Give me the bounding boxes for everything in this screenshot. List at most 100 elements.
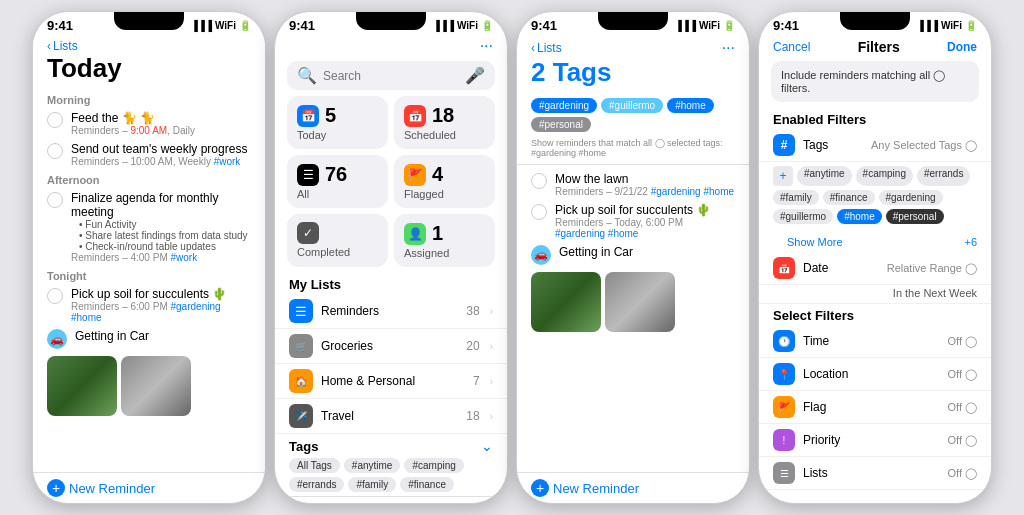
assigned-stat-icon: 👤: [404, 223, 426, 245]
list-item-home[interactable]: 🏠 Home & Personal 7 ›: [275, 364, 507, 399]
active-tag-personal[interactable]: #personal: [531, 117, 591, 132]
tag-anytime[interactable]: #anytime: [797, 166, 852, 186]
today-label: Today: [297, 129, 378, 141]
tag-errands[interactable]: #errands: [917, 166, 970, 186]
reminder-text: Feed the 🐈 🐈 Reminders – 9:00 AM, Daily: [71, 111, 251, 136]
arrow-icon: ›: [490, 411, 493, 422]
tags-chevron[interactable]: ⌄: [481, 438, 493, 454]
time-4: 9:41: [773, 18, 799, 33]
tag-camping[interactable]: #camping: [856, 166, 913, 186]
check-circle[interactable]: [531, 173, 547, 189]
cancel-button[interactable]: Cancel: [773, 40, 810, 54]
nav-label-1[interactable]: Lists: [53, 39, 78, 53]
section-morning: Morning: [33, 90, 265, 108]
reminder-title: Mow the lawn: [555, 172, 735, 186]
avatar-car: 🚗: [47, 329, 67, 349]
notch-4: [840, 12, 910, 30]
tag-home-selected[interactable]: #home: [837, 209, 882, 224]
active-tag-guillermo[interactable]: #guillermo: [601, 98, 663, 113]
list-item: 🚗 Getting in Car: [517, 242, 749, 268]
tag-pill[interactable]: All Tags: [289, 458, 340, 473]
time-3: 9:41: [531, 18, 557, 33]
stat-card-all[interactable]: ☰ 76 All: [287, 155, 388, 208]
tag-guillermo[interactable]: #guillermo: [773, 209, 833, 224]
reminder-title: Feed the 🐈 🐈: [71, 111, 251, 125]
show-more-button[interactable]: Show More: [773, 234, 857, 250]
new-reminder-button-1[interactable]: + New Reminder: [47, 479, 155, 497]
stat-card-assigned[interactable]: 👤 1 Assigned: [394, 214, 495, 267]
list-item: Mow the lawn Reminders – 9/21/22 #garden…: [517, 169, 749, 200]
date-filter-row[interactable]: 📅 Date Relative Range ◯: [759, 252, 991, 285]
wifi-icon-1: WiFi: [215, 20, 236, 31]
phone1-nav[interactable]: ‹ Lists: [47, 39, 251, 53]
battery-icon-2: 🔋: [481, 20, 493, 31]
check-circle[interactable]: [47, 288, 63, 304]
search-bar[interactable]: 🔍 🎤: [287, 61, 495, 90]
select-filters-title: Select Filters: [759, 304, 991, 325]
flag-filter-icon: 🚩: [773, 396, 795, 418]
active-tag-home[interactable]: #home: [667, 98, 714, 113]
notch-1: [114, 12, 184, 30]
tag: #home: [703, 186, 734, 197]
tag-pill[interactable]: #family: [348, 477, 396, 492]
priority-filter-left: ! Priority: [773, 429, 840, 451]
search-input[interactable]: [323, 69, 459, 83]
reminder-sub: Reminders – 10:00 AM, Weekly #work: [71, 156, 251, 167]
photo-row: [33, 352, 265, 420]
list-item-groceries[interactable]: 🛒 Groceries 20 ›: [275, 329, 507, 364]
add-tag-button[interactable]: +: [773, 166, 793, 186]
signal-icon-2: ▐▐▐: [433, 20, 454, 31]
stat-card-today[interactable]: 📅 5 Today: [287, 96, 388, 149]
home-name: Home & Personal: [321, 374, 465, 388]
tag-gardening[interactable]: #gardening: [879, 190, 943, 205]
list-item: Finalize agenda for monthly meeting • Fu…: [33, 188, 265, 266]
new-reminder-button-3[interactable]: + New Reminder: [531, 479, 639, 497]
photo-row-3: [517, 268, 749, 336]
tag-pill[interactable]: #errands: [289, 477, 344, 492]
flag-filter-row[interactable]: 🚩 Flag Off ◯: [759, 391, 991, 424]
photo-plant-3: [531, 272, 601, 332]
reminder-title: Pick up soil for succulents 🌵: [71, 287, 251, 301]
tags-filter-left: # Tags: [773, 134, 828, 156]
reminder-text: Getting in Car: [559, 245, 735, 259]
check-circle[interactable]: [47, 112, 63, 128]
back-nav-3[interactable]: ‹ Lists: [531, 41, 562, 55]
signal-icon-3: ▐▐▐: [675, 20, 696, 31]
tag-finance[interactable]: #finance: [823, 190, 875, 205]
time-red: 9:00 AM: [130, 125, 167, 136]
tag-pill[interactable]: #camping: [404, 458, 463, 473]
phone-2tags: 9:41 ▐▐▐ WiFi 🔋 ‹ Lists ··· 2 Tags #gar: [516, 11, 750, 504]
stat-card-flagged[interactable]: 🚩 4 Flagged: [394, 155, 495, 208]
list-item-reminders[interactable]: ☰ Reminders 38 ›: [275, 294, 507, 329]
list-item: 🚗 Getting in Car: [33, 326, 265, 352]
check-circle[interactable]: [47, 192, 63, 208]
done-button[interactable]: Done: [947, 40, 977, 54]
priority-filter-icon: !: [773, 429, 795, 451]
tag-pill[interactable]: #finance: [400, 477, 454, 492]
lists-filter-row[interactable]: ☰ Lists Off ◯: [759, 457, 991, 490]
time-1: 9:41: [47, 18, 73, 33]
location-filter-row[interactable]: 📍 Location Off ◯: [759, 358, 991, 391]
reminder-text: Getting in Car: [75, 329, 251, 343]
bullet-item: • Check-in/round table updates: [79, 241, 251, 252]
date-filter-label: Date: [803, 261, 828, 275]
stat-card-scheduled[interactable]: 📅 18 Scheduled: [394, 96, 495, 149]
time-filter-left: 🕐 Time: [773, 330, 829, 352]
date-filter-icon: 📅: [773, 257, 795, 279]
check-circle[interactable]: [47, 143, 63, 159]
tag-personal-selected[interactable]: #personal: [886, 209, 944, 224]
tag-cloud: All Tags #anytime #camping #errands #fam…: [289, 458, 493, 492]
tag-family[interactable]: #family: [773, 190, 819, 205]
stat-card-completed[interactable]: ✓ Completed: [287, 214, 388, 267]
check-circle[interactable]: [531, 204, 547, 220]
list-item-travel[interactable]: ✈️ Travel 18 ›: [275, 399, 507, 434]
ellipsis-icon-3[interactable]: ···: [722, 39, 735, 57]
active-tag-gardening[interactable]: #gardening: [531, 98, 597, 113]
completed-stat-icon: ✓: [297, 222, 319, 244]
tag-pill[interactable]: #anytime: [344, 458, 401, 473]
time-filter-row[interactable]: 🕐 Time Off ◯: [759, 325, 991, 358]
ellipsis-icon[interactable]: ···: [480, 37, 493, 55]
photo-rock: [121, 356, 191, 416]
tags-filter-row[interactable]: # Tags Any Selected Tags ◯: [759, 129, 991, 162]
priority-filter-row[interactable]: ! Priority Off ◯: [759, 424, 991, 457]
